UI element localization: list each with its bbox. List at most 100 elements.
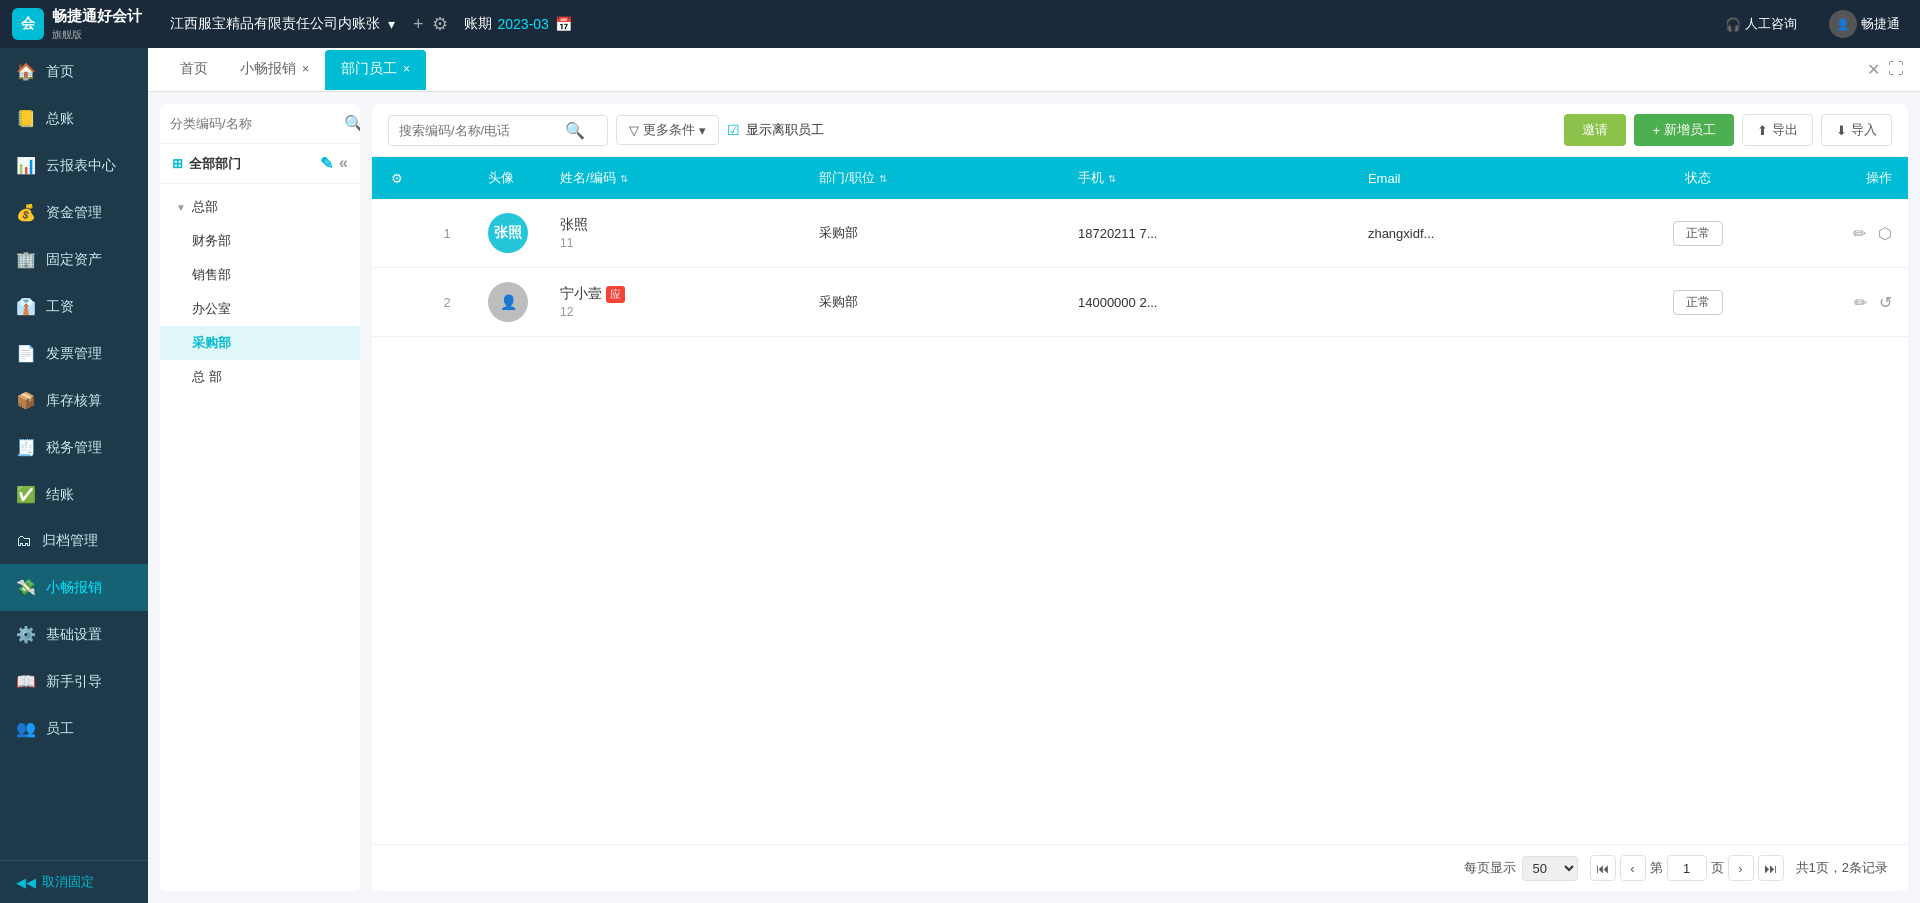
page-number-input[interactable] bbox=[1667, 855, 1707, 881]
period-label: 账期 bbox=[464, 15, 492, 33]
employee-search-input[interactable] bbox=[399, 123, 559, 138]
user-area[interactable]: 👤 畅捷通 bbox=[1821, 6, 1908, 42]
th-name-code[interactable]: 姓名/编码 ⇅ bbox=[544, 157, 803, 199]
last-page-btn[interactable]: ⏭ bbox=[1758, 855, 1784, 881]
per-page-dropdown[interactable]: 50 10 20 100 bbox=[1522, 856, 1578, 881]
employee-table: ⚙ 头像 姓名/编码 ⇅ bbox=[372, 157, 1908, 844]
td-row2-num: 2 bbox=[422, 268, 472, 337]
company-selector[interactable]: 江西服宝精品有限责任公司内账张 ▾ bbox=[160, 11, 405, 37]
sidebar-item-assets[interactable]: 🏢 固定资产 bbox=[0, 236, 148, 283]
delete-icon-row2[interactable]: ↺ bbox=[1879, 293, 1892, 312]
sidebar-item-close[interactable]: ✅ 结账 bbox=[0, 471, 148, 518]
th-name-code-label: 姓名/编码 bbox=[560, 169, 616, 187]
th-settings[interactable]: ⚙ bbox=[372, 157, 422, 199]
sidebar-item-salary[interactable]: 👔 工资 bbox=[0, 283, 148, 330]
th-dept-pos[interactable]: 部门/职位 ⇅ bbox=[803, 157, 1062, 199]
tab-dept-employee[interactable]: 部门员工 × bbox=[325, 50, 426, 90]
th-phone[interactable]: 手机 ⇅ bbox=[1062, 157, 1352, 199]
dept-node-caiwu[interactable]: 财务部 bbox=[160, 224, 360, 258]
sidebar-item-inventory[interactable]: 📦 库存核算 bbox=[0, 377, 148, 424]
sidebar-item-reports[interactable]: 📊 云报表中心 bbox=[0, 142, 148, 189]
export-btn[interactable]: ⬆ 导出 bbox=[1742, 114, 1813, 146]
sidebar-item-settings[interactable]: ⚙️ 基础设置 bbox=[0, 611, 148, 658]
page-unit: 页 bbox=[1711, 859, 1724, 877]
content-area: 首页 小畅报销 × 部门员工 × ✕ ⛶ 🔍 bbox=[148, 48, 1920, 903]
invite-btn[interactable]: 邀请 bbox=[1564, 114, 1626, 146]
tab-dept-employee-label: 部门员工 bbox=[341, 60, 397, 78]
table-footer: 每页显示 50 10 20 100 ⏮ ‹ 第 页 bbox=[372, 844, 1908, 891]
pin-icon: ◀◀ bbox=[16, 875, 36, 890]
page-label: 第 bbox=[1650, 859, 1663, 877]
dropdown-icon: ▾ bbox=[388, 16, 395, 32]
sidebar-item-funds[interactable]: 💰 资金管理 bbox=[0, 189, 148, 236]
filter-btn[interactable]: ▽ 更多条件 ▾ bbox=[616, 115, 719, 145]
edit-icon-row2[interactable]: ✏ bbox=[1854, 293, 1867, 312]
td-row1-status: 正常 bbox=[1608, 199, 1788, 268]
support-btn[interactable]: 🎧 人工咨询 bbox=[1717, 11, 1805, 37]
edit-dept-icon[interactable]: ✎ bbox=[320, 154, 333, 173]
collapse-icon[interactable]: « bbox=[339, 154, 348, 173]
td-row1-dept: 采购部 bbox=[803, 199, 1062, 268]
settings-icon[interactable]: ⚙ bbox=[432, 13, 448, 35]
tab-expense[interactable]: 小畅报销 × bbox=[224, 50, 325, 90]
dept-node-bangongshi[interactable]: 办公室 bbox=[160, 292, 360, 326]
dept-node-xiaoshou-label: 销售部 bbox=[192, 266, 231, 284]
avatar-person-icon: 👤 bbox=[500, 294, 517, 310]
first-page-btn[interactable]: ⏮ bbox=[1590, 855, 1616, 881]
dept-node-xiaoshou[interactable]: 销售部 bbox=[160, 258, 360, 292]
dept-node-caigou[interactable]: 采购部 bbox=[160, 326, 360, 360]
dept-search-input[interactable] bbox=[170, 116, 338, 131]
td-row2-name: 宁小壹 应 12 bbox=[544, 268, 803, 337]
logo-area: 会 畅捷通好会计 旗舰版 bbox=[12, 7, 160, 42]
sidebar-item-employees[interactable]: 👥 员工 bbox=[0, 705, 148, 752]
tab-close-icon[interactable]: ✕ bbox=[1867, 60, 1880, 79]
unpin-btn[interactable]: ◀◀ 取消固定 bbox=[0, 860, 148, 903]
employees-icon: 👥 bbox=[16, 719, 36, 738]
invite-label: 邀请 bbox=[1582, 122, 1608, 137]
td-row1-phone: 18720211 7... bbox=[1062, 199, 1352, 268]
status-badge-row2: 正常 bbox=[1673, 290, 1723, 315]
sidebar-label-reports: 云报表中心 bbox=[46, 157, 116, 175]
calendar-icon[interactable]: 📅 bbox=[555, 16, 572, 32]
edit-icon-row1[interactable]: ✏ bbox=[1853, 224, 1866, 243]
sidebar-label-invoice: 发票管理 bbox=[46, 345, 102, 363]
show-resigned[interactable]: ☑ 显示离职员工 bbox=[727, 121, 824, 139]
th-avatar: 头像 bbox=[472, 157, 544, 199]
sidebar-item-guide[interactable]: 📖 新手引导 bbox=[0, 658, 148, 705]
sidebar-label-employees: 员工 bbox=[46, 720, 74, 738]
pagination: ⏮ ‹ 第 页 › ⏭ bbox=[1590, 855, 1784, 881]
tab-dept-employee-close[interactable]: × bbox=[403, 62, 410, 76]
logo-text: 畅捷通好会计 bbox=[52, 7, 142, 26]
dept-node-zongbu2[interactable]: 总 部 bbox=[160, 360, 360, 394]
th-email: Email bbox=[1352, 157, 1608, 199]
dept-node-zongbu2-label: 总 部 bbox=[192, 368, 222, 386]
add-employee-btn[interactable]: + 新增员工 bbox=[1634, 114, 1734, 146]
archive-icon: 🗂 bbox=[16, 532, 32, 550]
sidebar-item-archive[interactable]: 🗂 归档管理 bbox=[0, 518, 148, 564]
sidebar-item-ledger[interactable]: 📒 总账 bbox=[0, 95, 148, 142]
period-area: 账期 2023-03 📅 bbox=[464, 15, 572, 33]
tab-bar-actions: ✕ ⛶ bbox=[1867, 60, 1904, 79]
tab-expand-icon[interactable]: ⛶ bbox=[1888, 60, 1904, 79]
search-icon[interactable]: 🔍 bbox=[565, 121, 585, 140]
sidebar-item-expense[interactable]: 💸 小畅报销 bbox=[0, 564, 148, 611]
headset-icon: 🎧 bbox=[1725, 17, 1741, 32]
tab-expense-close[interactable]: × bbox=[302, 62, 309, 76]
next-page-btn[interactable]: › bbox=[1728, 855, 1754, 881]
dept-node-zongbu[interactable]: ▼ 总部 bbox=[160, 190, 360, 224]
prev-page-btn[interactable]: ‹ bbox=[1620, 855, 1646, 881]
table-header-row: ⚙ 头像 姓名/编码 ⇅ bbox=[372, 157, 1908, 199]
tab-home[interactable]: 首页 bbox=[164, 50, 224, 90]
logout-icon-row1[interactable]: ⬡ bbox=[1878, 224, 1892, 243]
reports-icon: 📊 bbox=[16, 156, 36, 175]
import-btn[interactable]: ⬇ 导入 bbox=[1821, 114, 1892, 146]
sidebar-item-tax[interactable]: 🧾 税务管理 bbox=[0, 424, 148, 471]
employee-toolbar: 🔍 ▽ 更多条件 ▾ ☑ 显示离职员工 邀请 bbox=[372, 104, 1908, 157]
sidebar-item-home[interactable]: 🏠 首页 bbox=[0, 48, 148, 95]
dept-search-icon[interactable]: 🔍 bbox=[344, 114, 360, 133]
sidebar-item-invoice[interactable]: 📄 发票管理 bbox=[0, 330, 148, 377]
logo-icon: 会 bbox=[12, 8, 44, 40]
avatar-row2: 👤 bbox=[488, 282, 528, 322]
grid-icon: ⊞ bbox=[172, 156, 183, 171]
company-name: 江西服宝精品有限责任公司内账张 bbox=[170, 15, 380, 33]
